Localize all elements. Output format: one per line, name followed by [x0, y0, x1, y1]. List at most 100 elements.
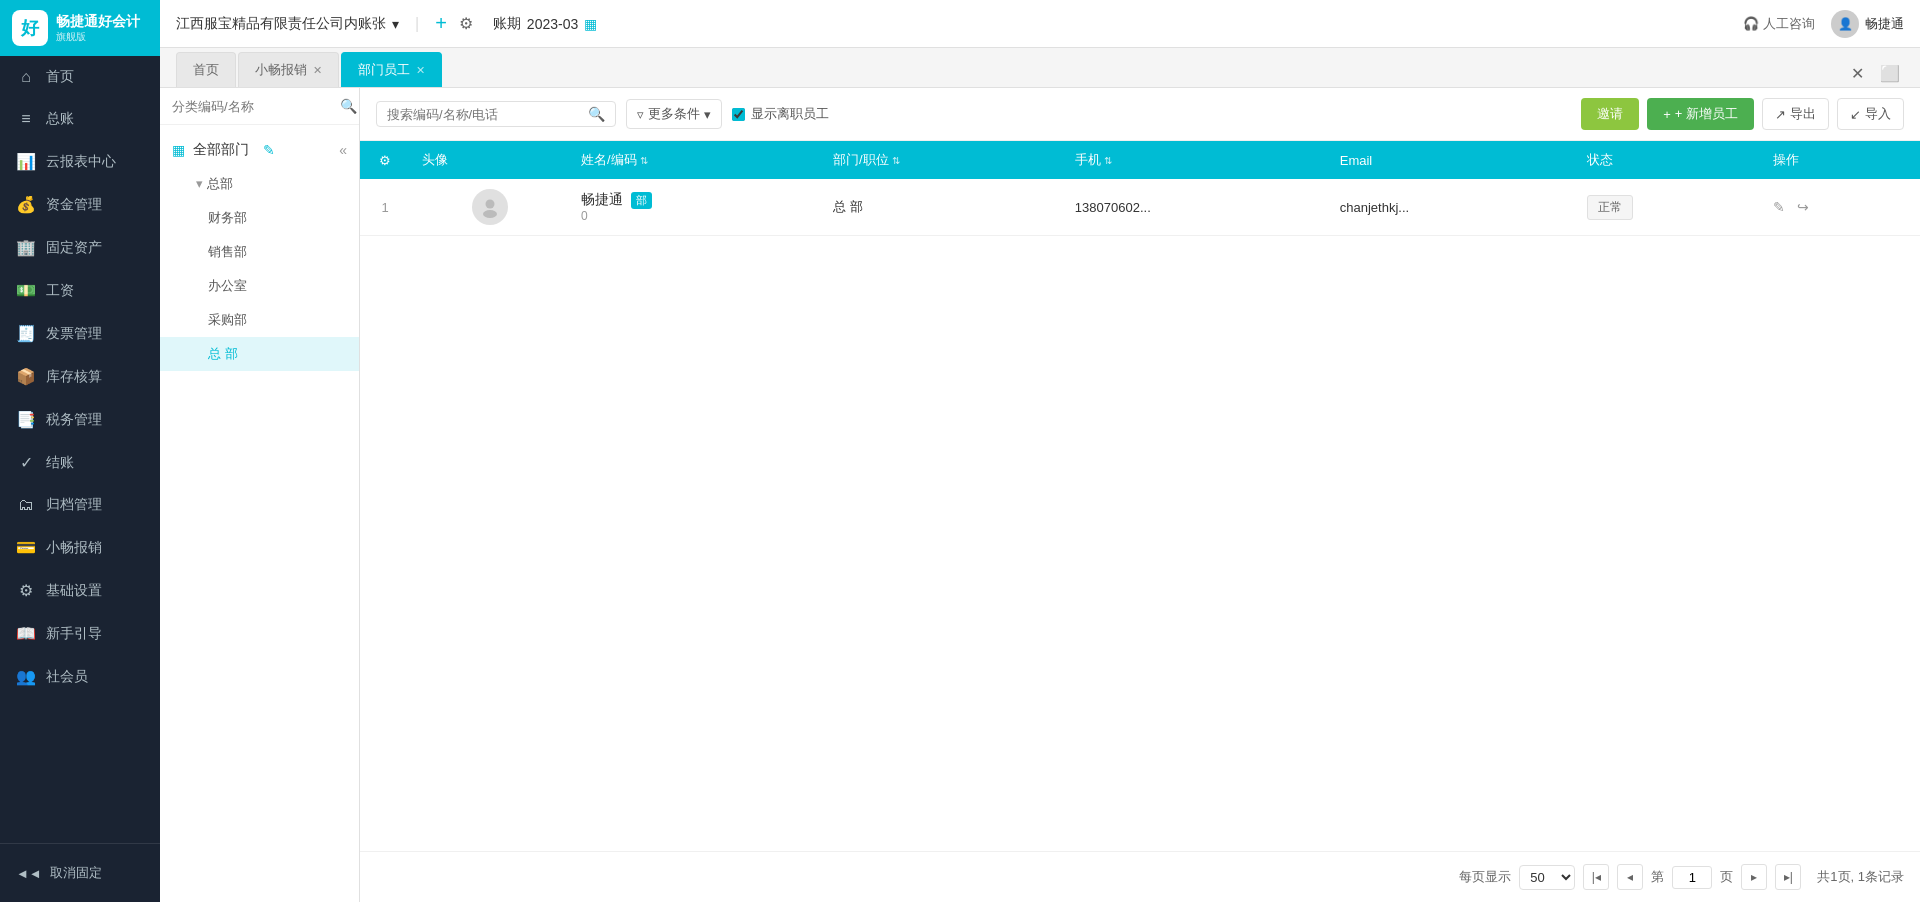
- calendar-icon[interactable]: ▦: [584, 16, 597, 32]
- logo-text: 畅捷通好会计 旗舰版: [56, 12, 140, 44]
- dept-search: 🔍: [160, 88, 359, 125]
- table-header-row: ⚙ 头像 姓名/编码 ⇅ 部门/职位 ⇅: [360, 141, 1920, 179]
- status-badge: 正常: [1587, 195, 1633, 220]
- sidebar-item-guide[interactable]: 📖 新手引导: [0, 612, 160, 655]
- sidebar-item-archive[interactable]: 🗂 归档管理: [0, 484, 160, 526]
- add-employee-button[interactable]: + + 新增员工: [1647, 98, 1754, 130]
- row-name-code: 畅捷通 部 0: [569, 179, 821, 236]
- col-actions: 操作: [1761, 141, 1920, 179]
- sidebar-item-closing[interactable]: ✓ 结账: [0, 441, 160, 484]
- dept-general[interactable]: 总 部: [160, 337, 359, 371]
- dept-collapse-icon[interactable]: «: [339, 142, 347, 158]
- search-icon[interactable]: 🔍: [340, 98, 357, 114]
- employee-search-input[interactable]: [387, 107, 582, 122]
- action-cell: ✎ ↪: [1773, 199, 1908, 215]
- per-page-select[interactable]: 50 10 20 100: [1519, 865, 1575, 890]
- pin-button[interactable]: ◄◄ 取消固定: [0, 854, 160, 892]
- logout-icon[interactable]: ↪: [1797, 199, 1809, 215]
- tab-expense-close-icon[interactable]: ✕: [313, 64, 322, 77]
- sidebar-item-xiaochangbao[interactable]: 💳 小畅报销: [0, 526, 160, 569]
- logo-icon: 好: [12, 10, 48, 46]
- col-settings[interactable]: ⚙: [360, 141, 410, 179]
- tab-home[interactable]: 首页: [176, 52, 236, 87]
- page-input[interactable]: [1672, 866, 1712, 889]
- sidebar: 好 畅捷通好会计 旗舰版 ⌂ 首页 ≡ 总账 📊 云报表中心 💰 资金管理 🏢 …: [0, 0, 160, 902]
- sidebar-item-ledger[interactable]: ≡ 总账: [0, 98, 160, 140]
- next-page-button[interactable]: ▸: [1741, 864, 1767, 890]
- sidebar-item-salary[interactable]: 💵 工资: [0, 269, 160, 312]
- sidebar-item-assets[interactable]: 🏢 固定资产: [0, 226, 160, 269]
- sidebar-item-invoice[interactable]: 🧾 发票管理: [0, 312, 160, 355]
- last-page-button[interactable]: ▸|: [1775, 864, 1801, 890]
- dept-all-header[interactable]: ▦ 全部部门 ✎ «: [160, 133, 359, 167]
- period-value: 2023-03: [527, 16, 578, 32]
- tab-employees-close-icon[interactable]: ✕: [416, 64, 425, 77]
- dept-sales[interactable]: 销售部: [160, 235, 359, 269]
- accounting-period: 账期 2023-03 ▦: [493, 15, 597, 33]
- dept-office[interactable]: 办公室: [160, 269, 359, 303]
- settings-icon: ⚙: [16, 581, 36, 600]
- pagination-total: 共1页, 1条记录: [1817, 868, 1904, 886]
- sidebar-logo: 好 畅捷通好会计 旗舰版: [0, 0, 160, 56]
- sidebar-item-home[interactable]: ⌂ 首页: [0, 56, 160, 98]
- add-company-button[interactable]: +: [435, 12, 447, 35]
- sidebar-item-inventory[interactable]: 📦 库存核算: [0, 355, 160, 398]
- employee-toolbar: 🔍 ▿ 更多条件 ▾ 显示离职员工 邀请 + + 新增员工: [360, 88, 1920, 141]
- more-filters-button[interactable]: ▿ 更多条件 ▾: [626, 99, 722, 129]
- sidebar-nav: ⌂ 首页 ≡ 总账 📊 云报表中心 💰 资金管理 🏢 固定资产 💵 工资 🧾 发…: [0, 56, 160, 843]
- maximize-icon[interactable]: ⬜: [1876, 60, 1904, 87]
- tab-expense[interactable]: 小畅报销 ✕: [238, 52, 339, 87]
- sidebar-bottom: ◄◄ 取消固定: [0, 843, 160, 902]
- dept-finance[interactable]: 财务部: [160, 201, 359, 235]
- plus-icon: +: [1663, 107, 1671, 122]
- invoice-icon: 🧾: [16, 324, 36, 343]
- edit-icon[interactable]: ✎: [1773, 199, 1785, 215]
- row-status: 正常: [1575, 179, 1761, 236]
- export-button[interactable]: ↗ 导出: [1762, 98, 1829, 130]
- dept-search-input[interactable]: [172, 99, 340, 114]
- close-window-icon[interactable]: ✕: [1847, 60, 1868, 87]
- sidebar-item-more[interactable]: 👥 社会员: [0, 655, 160, 698]
- first-page-button[interactable]: |◂: [1583, 864, 1609, 890]
- company-selector[interactable]: 江西服宝精品有限责任公司内账张 ▾: [176, 15, 399, 33]
- expense-icon: 💳: [16, 538, 36, 557]
- dept-all-label: 全部部门: [193, 141, 249, 159]
- sort-icon-dept: ⇅: [892, 155, 900, 166]
- col-phone[interactable]: 手机 ⇅: [1063, 141, 1328, 179]
- employee-name-wrap: 畅捷通 部: [581, 191, 809, 209]
- dept-purchase[interactable]: 采购部: [160, 303, 359, 337]
- export-icon: ↗: [1775, 107, 1786, 122]
- tabbar: 首页 小畅报销 ✕ 部门员工 ✕ ✕ ⬜: [160, 48, 1920, 88]
- salary-icon: 💵: [16, 281, 36, 300]
- tab-employees[interactable]: 部门员工 ✕: [341, 52, 442, 87]
- home-icon: ⌂: [16, 68, 36, 86]
- guide-icon: 📖: [16, 624, 36, 643]
- sidebar-item-settings[interactable]: ⚙ 基础设置: [0, 569, 160, 612]
- col-name-code[interactable]: 姓名/编码 ⇅: [569, 141, 821, 179]
- sidebar-item-tax[interactable]: 📑 税务管理: [0, 398, 160, 441]
- col-dept-position[interactable]: 部门/职位 ⇅: [821, 141, 1063, 179]
- sidebar-item-reports[interactable]: 📊 云报表中心: [0, 140, 160, 183]
- settings-gear-icon[interactable]: ⚙: [459, 14, 473, 33]
- user-menu[interactable]: 👤 畅捷通: [1831, 10, 1904, 38]
- avatar-image: [472, 189, 508, 225]
- search-icon[interactable]: 🔍: [588, 106, 605, 122]
- dept-edit-icon[interactable]: ✎: [263, 142, 275, 158]
- assets-icon: 🏢: [16, 238, 36, 257]
- prev-page-button[interactable]: ◂: [1617, 864, 1643, 890]
- expand-icon: ▾: [196, 176, 203, 191]
- row-actions: ✎ ↪: [1761, 179, 1920, 236]
- dept-hq-label[interactable]: ▾总部: [160, 167, 359, 201]
- headset-icon: 🎧: [1743, 16, 1759, 31]
- row-dept: 总 部: [821, 179, 1063, 236]
- import-button[interactable]: ↙ 导入: [1837, 98, 1904, 130]
- left-panel: 🔍 ▦ 全部部门 ✎ « ▾总部 财务部 销售部 办公室 采购部 总: [160, 88, 360, 902]
- chevron-down-icon: ▾: [704, 107, 711, 122]
- col-email: Email: [1328, 141, 1576, 179]
- show-resigned-checkbox[interactable]: 显示离职员工: [732, 105, 829, 123]
- col-status: 状态: [1575, 141, 1761, 179]
- service-button[interactable]: 🎧 人工咨询: [1743, 15, 1815, 33]
- invite-button[interactable]: 邀请: [1581, 98, 1639, 130]
- show-resigned-input[interactable]: [732, 108, 745, 121]
- sidebar-item-funds[interactable]: 💰 资金管理: [0, 183, 160, 226]
